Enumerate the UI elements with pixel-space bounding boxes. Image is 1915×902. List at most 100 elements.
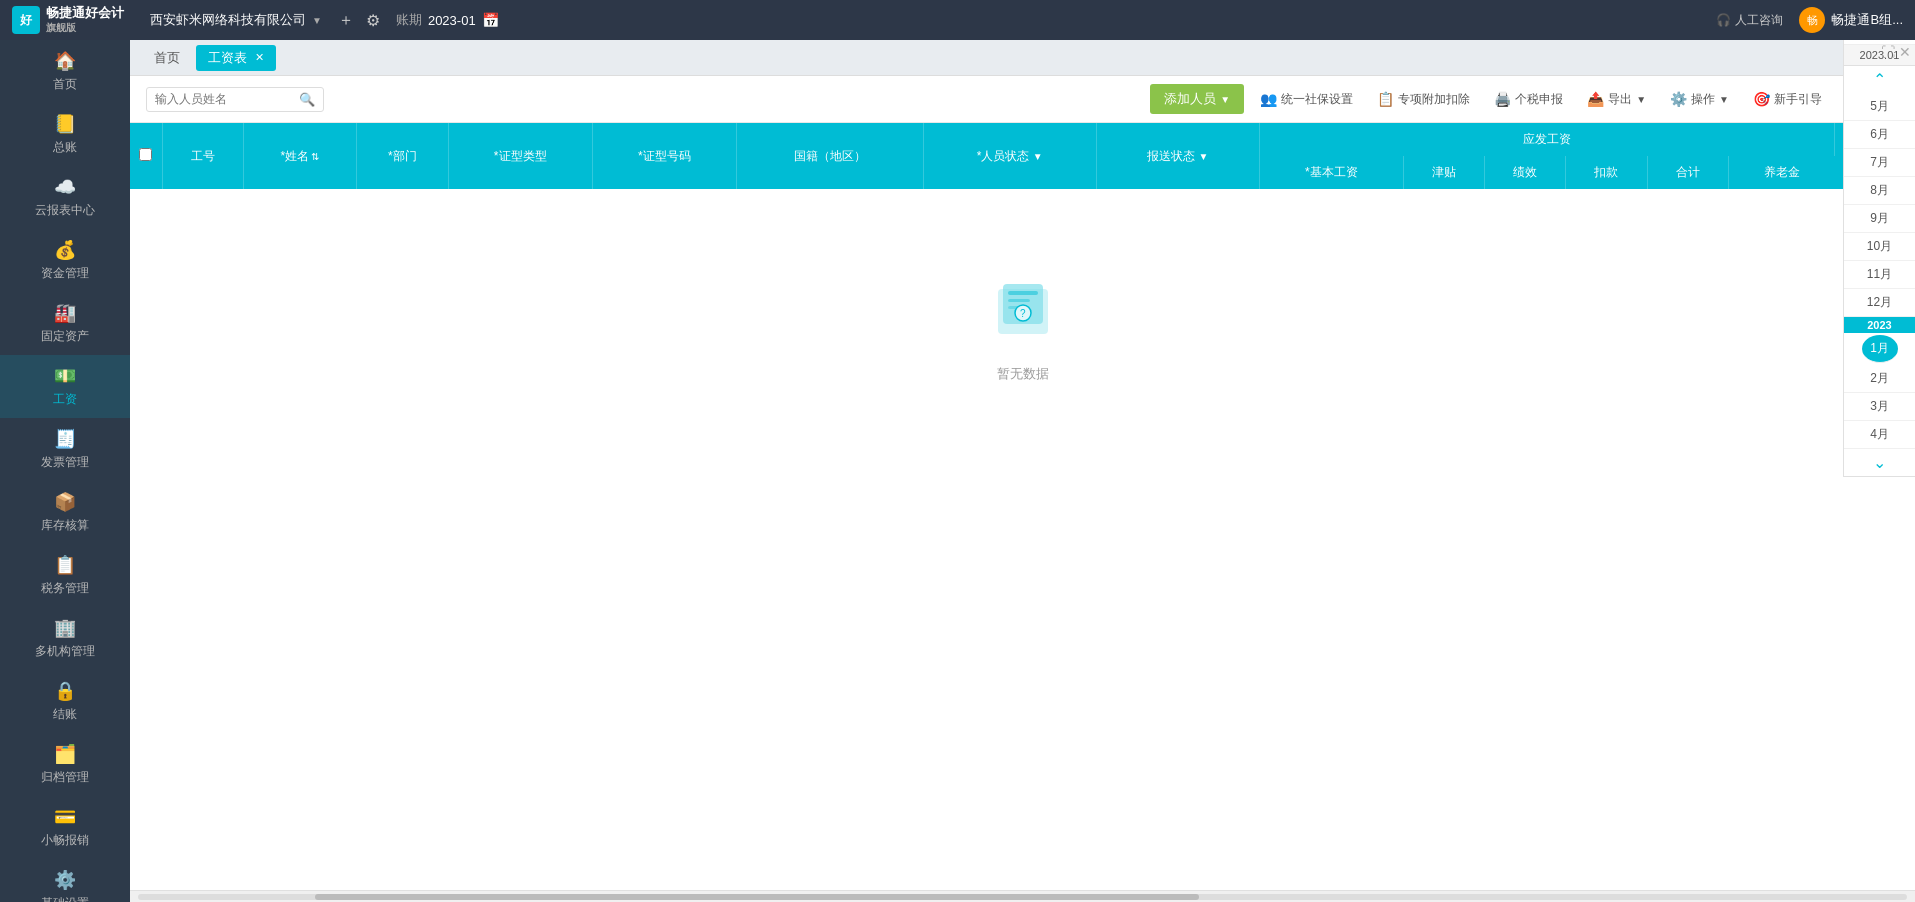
month-item-6[interactable]: 6月 [1844, 121, 1915, 149]
year-scroll-down-button[interactable]: ⌄ [1844, 449, 1915, 476]
toolbar-guide-icon: 🎯 [1753, 91, 1770, 107]
export-label: 导出 [1608, 91, 1632, 108]
toolbar-guide-action[interactable]: 🎯 新手引导 [1745, 87, 1830, 112]
sidebar-item-home[interactable]: 🏠 首页 [0, 40, 130, 103]
logo-icon: 好 [12, 6, 40, 34]
month-item-9[interactable]: 9月 [1844, 205, 1915, 233]
sidebar-item-expense[interactable]: 💳 小畅报销 [0, 796, 130, 859]
th-person-status: *人员状态 ▼ [923, 123, 1096, 189]
tab-salary[interactable]: 工资表 ✕ [196, 45, 276, 71]
sidebar-label-settings: 基础设置 [41, 895, 89, 902]
add-button[interactable]: ＋ [338, 10, 354, 31]
user-info[interactable]: 畅 畅捷通B组... [1799, 7, 1903, 33]
tax-declare-action[interactable]: 🖨️ 个税申报 [1486, 87, 1571, 112]
sidebar-item-archive[interactable]: 🗂️ 归档管理 [0, 733, 130, 796]
svg-rect-3 [1008, 299, 1030, 302]
person-status-filter-icon[interactable]: ▼ [1033, 151, 1043, 162]
add-person-button[interactable]: 添加人员 ▼ [1150, 84, 1244, 114]
salary-icon: 💵 [54, 365, 76, 387]
support-button[interactable]: 🎧 人工咨询 [1716, 12, 1783, 29]
inventory-icon: 📦 [54, 491, 76, 513]
top-header: 好 畅捷通好会计 旗舰版 西安虾米网络科技有限公司 ▼ ＋ ⚙ 账期 2023-… [0, 0, 1915, 40]
month-item-5[interactable]: 5月 [1844, 93, 1915, 121]
month-item-7[interactable]: 7月 [1844, 149, 1915, 177]
sidebar-item-salary[interactable]: 💵 工资 [0, 355, 130, 418]
content-area: 首页 工资表 ✕ 🔍 添加人员 ▼ 👥 统一社保设置 [130, 40, 1915, 902]
operations-dropdown-icon: ▼ [1719, 94, 1729, 105]
th-employee-id: 工号 [162, 123, 243, 189]
month-item-3[interactable]: 3月 [1844, 393, 1915, 421]
scroll-indicator [130, 890, 1915, 902]
table-header-row: 工号 *姓名 ⇅ *部门 *证型类型 *证型号码 国籍（地区） *人员状态 [130, 123, 1915, 156]
company-selector[interactable]: 西安虾米网络科技有限公司 ▼ [150, 11, 322, 29]
user-avatar: 畅 [1799, 7, 1825, 33]
toolbar-right: 添加人员 ▼ 👥 统一社保设置 📋 专项附加扣除 🖨️ 个税申报 📤 [1150, 84, 1899, 114]
tax-declare-icon: 🖨️ [1494, 91, 1511, 107]
sidebar-item-basic-settings[interactable]: ⚙️ 基础设置 [0, 859, 130, 902]
close-panel-button[interactable]: ✕ [1899, 44, 1911, 60]
month-item-11[interactable]: 11月 [1844, 261, 1915, 289]
logo-area: 好 畅捷通好会计 旗舰版 [12, 5, 142, 35]
search-icon: 🔍 [299, 92, 315, 107]
user-name: 畅捷通B组... [1831, 11, 1903, 29]
empty-state: ? 暂无数据 [130, 189, 1915, 463]
main-layout: 🏠 首页 📒 总账 ☁️ 云报表中心 💰 资金管理 🏭 固定资产 💵 工资 🧾 … [0, 40, 1915, 902]
social-security-action[interactable]: 👥 统一社保设置 [1252, 87, 1361, 112]
sidebar-item-tax[interactable]: 📋 税务管理 [0, 544, 130, 607]
sidebar-item-cloud-report[interactable]: ☁️ 云报表中心 [0, 166, 130, 229]
sidebar-item-ledger[interactable]: 📒 总账 [0, 103, 130, 166]
scrollbar-thumb[interactable] [315, 894, 1200, 900]
tab-salary-label: 工资表 [208, 49, 247, 67]
month-item-1-active[interactable]: 1月 [1862, 335, 1898, 363]
month-item-2[interactable]: 2月 [1844, 365, 1915, 393]
calendar-icon[interactable]: 📅 [482, 12, 499, 28]
sidebar-item-invoice[interactable]: 🧾 发票管理 [0, 418, 130, 481]
special-deduct-action[interactable]: 📋 专项附加扣除 [1369, 87, 1478, 112]
horizontal-scrollbar[interactable] [138, 894, 1907, 900]
sidebar-item-fund[interactable]: 💰 资金管理 [0, 229, 130, 292]
th-pension: 养老金 [1728, 156, 1834, 189]
settings-button[interactable]: ⚙ [366, 11, 380, 30]
empty-illustration: ? [983, 269, 1063, 349]
assets-icon: 🏭 [54, 302, 76, 324]
sidebar-item-multi-org[interactable]: 🏢 多机构管理 [0, 607, 130, 670]
social-security-label: 统一社保设置 [1281, 91, 1353, 108]
submit-status-filter-icon[interactable]: ▼ [1198, 151, 1208, 162]
sidebar-label-invoice: 发票管理 [41, 454, 89, 471]
sidebar-item-close-accounts[interactable]: 🔒 结账 [0, 670, 130, 733]
tab-close-icon[interactable]: ✕ [255, 51, 264, 64]
add-person-dropdown-icon: ▼ [1220, 94, 1230, 105]
operations-action[interactable]: ⚙️ 操作 ▼ [1662, 87, 1737, 112]
headset-icon: 🎧 [1716, 13, 1731, 27]
month-item-10[interactable]: 10月 [1844, 233, 1915, 261]
sidebar-label-cloud: 云报表中心 [35, 202, 95, 219]
sidebar-label-home: 首页 [53, 76, 77, 93]
month-item-8[interactable]: 8月 [1844, 177, 1915, 205]
sidebar-label-archive: 归档管理 [41, 769, 89, 786]
special-deduct-label: 专项附加扣除 [1398, 91, 1470, 108]
export-action[interactable]: 📤 导出 ▼ [1579, 87, 1654, 112]
salary-table: 工号 *姓名 ⇅ *部门 *证型类型 *证型号码 国籍（地区） *人员状态 [130, 123, 1915, 189]
search-input[interactable] [155, 92, 295, 106]
tab-home-label: 首页 [154, 49, 180, 67]
special-deduct-icon: 📋 [1377, 91, 1394, 107]
th-total: 合计 [1647, 156, 1728, 189]
th-checkbox [130, 123, 162, 189]
company-dropdown-icon[interactable]: ▼ [312, 15, 322, 26]
select-all-checkbox[interactable] [139, 148, 152, 161]
year-scroll-up-button[interactable]: ⌃ [1844, 66, 1915, 93]
period-value: 2023-01 [428, 13, 476, 28]
sidebar-label-salary: 工资 [53, 391, 77, 408]
month-item-12[interactable]: 12月 [1844, 289, 1915, 317]
export-dropdown-icon: ▼ [1636, 94, 1646, 105]
tabs-bar: 首页 工资表 ✕ [130, 40, 1915, 76]
month-item-4[interactable]: 4月 [1844, 421, 1915, 449]
name-sort-icon[interactable]: ⇅ [311, 151, 319, 162]
expand-panel-button[interactable]: ⛶ [1881, 44, 1895, 60]
operations-icon: ⚙️ [1670, 91, 1687, 107]
tab-home[interactable]: 首页 [142, 45, 192, 71]
sidebar-label-ledger: 总账 [53, 139, 77, 156]
sidebar-item-assets[interactable]: 🏭 固定资产 [0, 292, 130, 355]
sidebar-item-inventory[interactable]: 📦 库存核算 [0, 481, 130, 544]
sidebar-label-expense: 小畅报销 [41, 832, 89, 849]
